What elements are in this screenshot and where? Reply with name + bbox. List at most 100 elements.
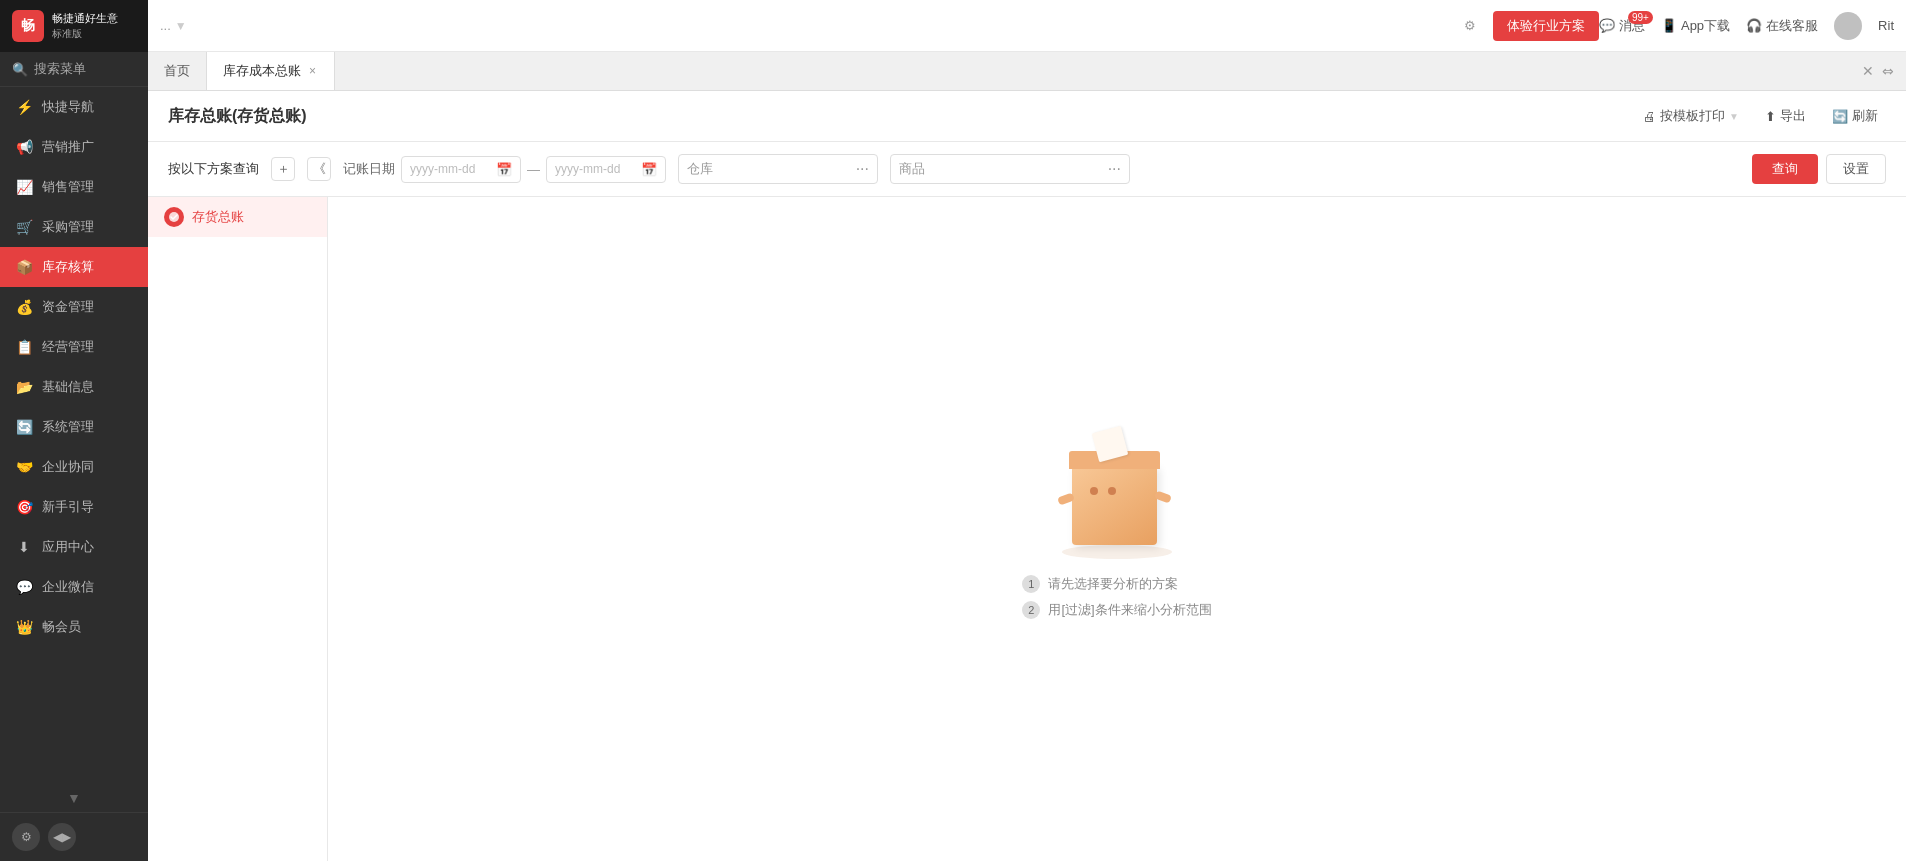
sidebar-item-label: 新手引导	[42, 498, 94, 516]
empty-hint-2: 2 用[过滤]条件来缩小分析范围	[1022, 601, 1211, 619]
breadcrumb: ... ▼	[160, 18, 1455, 33]
home-label: 首页	[164, 62, 190, 80]
date-end-placeholder: yyyy-mm-dd	[555, 162, 620, 176]
tab-inventory-ledger[interactable]: 库存成本总账 ×	[207, 52, 335, 90]
warehouse-more-icon: ···	[856, 160, 869, 178]
tab-label: 库存成本总账	[223, 62, 301, 80]
marketing-icon: 📢	[14, 139, 34, 155]
main-content: ... ▼ ⚙ 体验行业方案 💬 消息 99+ 📱 App下载 🎧 在线客服 R…	[148, 0, 1906, 861]
sidebar-search[interactable]: 🔍 搜索菜单	[0, 52, 148, 87]
sidebar-item-label: 快捷导航	[42, 98, 94, 116]
enterprise-icon: 🤝	[14, 459, 34, 475]
sidebar-item-basic-info[interactable]: 📂 基础信息	[0, 367, 148, 407]
user-avatar[interactable]	[1834, 12, 1862, 40]
sidebar-item-inventory[interactable]: 📦 库存核算	[0, 247, 148, 287]
search-label: 搜索菜单	[34, 60, 86, 78]
app-name: 畅捷通好生意	[52, 11, 118, 26]
export-button[interactable]: ⬆ 导出	[1757, 103, 1814, 129]
sidebar-nav: ⚡ 快捷导航 📢 营销推广 📈 销售管理 🛒 采购管理 📦 库存核算 💰 资金管…	[0, 87, 148, 784]
date-filter-field: 记账日期 yyyy-mm-dd 📅 — yyyy-mm-dd 📅	[343, 156, 666, 183]
quick-nav-icon: ⚡	[14, 99, 34, 115]
calendar-start-icon[interactable]: 📅	[496, 162, 512, 177]
calendar-end-icon[interactable]: 📅	[641, 162, 657, 177]
app-download-button[interactable]: 📱 App下载	[1661, 17, 1730, 35]
tab-home[interactable]: 首页	[148, 52, 207, 90]
sidebar-item-member[interactable]: 👑 畅会员	[0, 607, 148, 647]
sidebar-item-sales[interactable]: 📈 销售管理	[0, 167, 148, 207]
sidebar-item-wechat[interactable]: 💬 企业微信	[0, 567, 148, 607]
member-icon: 👑	[14, 619, 34, 635]
sidebar-item-label: 基础信息	[42, 378, 94, 396]
refresh-button[interactable]: 🔄 刷新	[1824, 103, 1886, 129]
sidebar-item-label: 营销推广	[42, 138, 94, 156]
new-guide-icon: 🎯	[14, 499, 34, 515]
sidebar-item-label: 经营管理	[42, 338, 94, 356]
product-select[interactable]: 商品 ···	[890, 154, 1130, 184]
export-label: 导出	[1780, 107, 1806, 125]
system-icon: 🔄	[14, 419, 34, 435]
topbar: ... ▼ ⚙ 体验行业方案 💬 消息 99+ 📱 App下载 🎧 在线客服 R…	[148, 0, 1906, 52]
sidebar-item-marketing[interactable]: 📢 营销推广	[0, 127, 148, 167]
sidebar-item-app-center[interactable]: ⬇ 应用中心	[0, 527, 148, 567]
page-settings-button[interactable]: 设置	[1826, 154, 1886, 184]
date-end-input[interactable]: yyyy-mm-dd 📅	[546, 156, 666, 183]
sidebar-item-label: 应用中心	[42, 538, 94, 556]
date-separator: —	[527, 162, 540, 177]
app-center-icon: ⬇	[14, 539, 34, 555]
filter-add-button[interactable]: ＋	[271, 157, 295, 181]
panel-expand-icon[interactable]: ⇔	[1882, 63, 1894, 79]
sidebar-collapse-icon[interactable]: ◀▶	[48, 823, 76, 851]
scheme-item-label: 存货总账	[192, 208, 244, 226]
product-label: 商品	[899, 160, 925, 178]
sidebar-item-label: 畅会员	[42, 618, 81, 636]
online-support-button[interactable]: 🎧 在线客服	[1746, 17, 1818, 35]
empty-arm-left	[1057, 493, 1075, 506]
headset-icon: 🎧	[1746, 18, 1762, 33]
date-start-input[interactable]: yyyy-mm-dd 📅	[401, 156, 521, 183]
user-name: Rit	[1878, 18, 1894, 33]
print-button[interactable]: 🖨 按模板打印 ▼	[1635, 103, 1747, 129]
scheme-item-inventory[interactable]: 存货总账	[148, 197, 327, 237]
sidebar-item-finance[interactable]: 💰 资金管理	[0, 287, 148, 327]
settings-button[interactable]: ⚙	[1455, 11, 1485, 41]
page-area: 库存总账(存货总账) 🖨 按模板打印 ▼ ⬆ 导出 🔄 刷新 按以下方案查询	[148, 91, 1906, 861]
sidebar-item-label: 企业微信	[42, 578, 94, 596]
print-dropdown-icon[interactable]: ▼	[1729, 111, 1739, 122]
sales-icon: 📈	[14, 179, 34, 195]
query-button[interactable]: 查询	[1752, 154, 1818, 184]
operations-icon: 📋	[14, 339, 34, 355]
filter-actions: 查询 设置	[1752, 154, 1886, 184]
warehouse-select[interactable]: 仓库 ···	[678, 154, 878, 184]
sidebar-item-purchase[interactable]: 🛒 采购管理	[0, 207, 148, 247]
sidebar-item-enterprise[interactable]: 🤝 企业协同	[0, 447, 148, 487]
app-download-label: App下载	[1681, 17, 1730, 35]
panel-close-icon[interactable]: ✕	[1862, 63, 1874, 79]
sidebar-item-system[interactable]: 🔄 系统管理	[0, 407, 148, 447]
scroll-down-btn[interactable]: ▼	[61, 788, 87, 808]
sidebar-item-label: 库存核算	[42, 258, 94, 276]
basic-info-icon: 📂	[14, 379, 34, 395]
sidebar-item-quick-nav[interactable]: ⚡ 快捷导航	[0, 87, 148, 127]
page-header-actions: 🖨 按模板打印 ▼ ⬆ 导出 🔄 刷新	[1635, 103, 1886, 129]
topbar-right: 💬 消息 99+ 📱 App下载 🎧 在线客服 Rit	[1599, 12, 1894, 40]
refresh-icon: 🔄	[1832, 109, 1848, 124]
print-label: 按模板打印	[1660, 107, 1725, 125]
tab-close-button[interactable]: ×	[307, 62, 318, 80]
page-header: 库存总账(存货总账) 🖨 按模板打印 ▼ ⬆ 导出 🔄 刷新	[148, 91, 1906, 142]
filter-collapse-button[interactable]: 《	[307, 157, 331, 181]
empty-hint-1: 1 请先选择要分析的方案	[1022, 575, 1211, 593]
sidebar-item-operations[interactable]: 📋 经营管理	[0, 327, 148, 367]
empty-state: 1 请先选择要分析的方案 2 用[过滤]条件来缩小分析范围	[1022, 439, 1211, 619]
phone-icon: 📱	[1661, 18, 1677, 33]
filter-bar: 按以下方案查询 ＋ 《 记账日期 yyyy-mm-dd 📅 — yyyy-mm-…	[148, 142, 1906, 197]
sidebar-item-new-guide[interactable]: 🎯 新手引导	[0, 487, 148, 527]
breadcrumb-text: ...	[160, 18, 171, 33]
message-button[interactable]: 💬 消息 99+	[1599, 17, 1645, 35]
message-badge: 99+	[1628, 11, 1653, 24]
settings-gear-icon[interactable]: ⚙	[12, 823, 40, 851]
empty-illustration	[1047, 439, 1187, 559]
logo-icon: 畅	[12, 10, 44, 42]
industry-solution-button[interactable]: 体验行业方案	[1493, 11, 1599, 41]
app-version: 标准版	[52, 27, 118, 41]
hint-text-2: 用[过滤]条件来缩小分析范围	[1048, 601, 1211, 619]
